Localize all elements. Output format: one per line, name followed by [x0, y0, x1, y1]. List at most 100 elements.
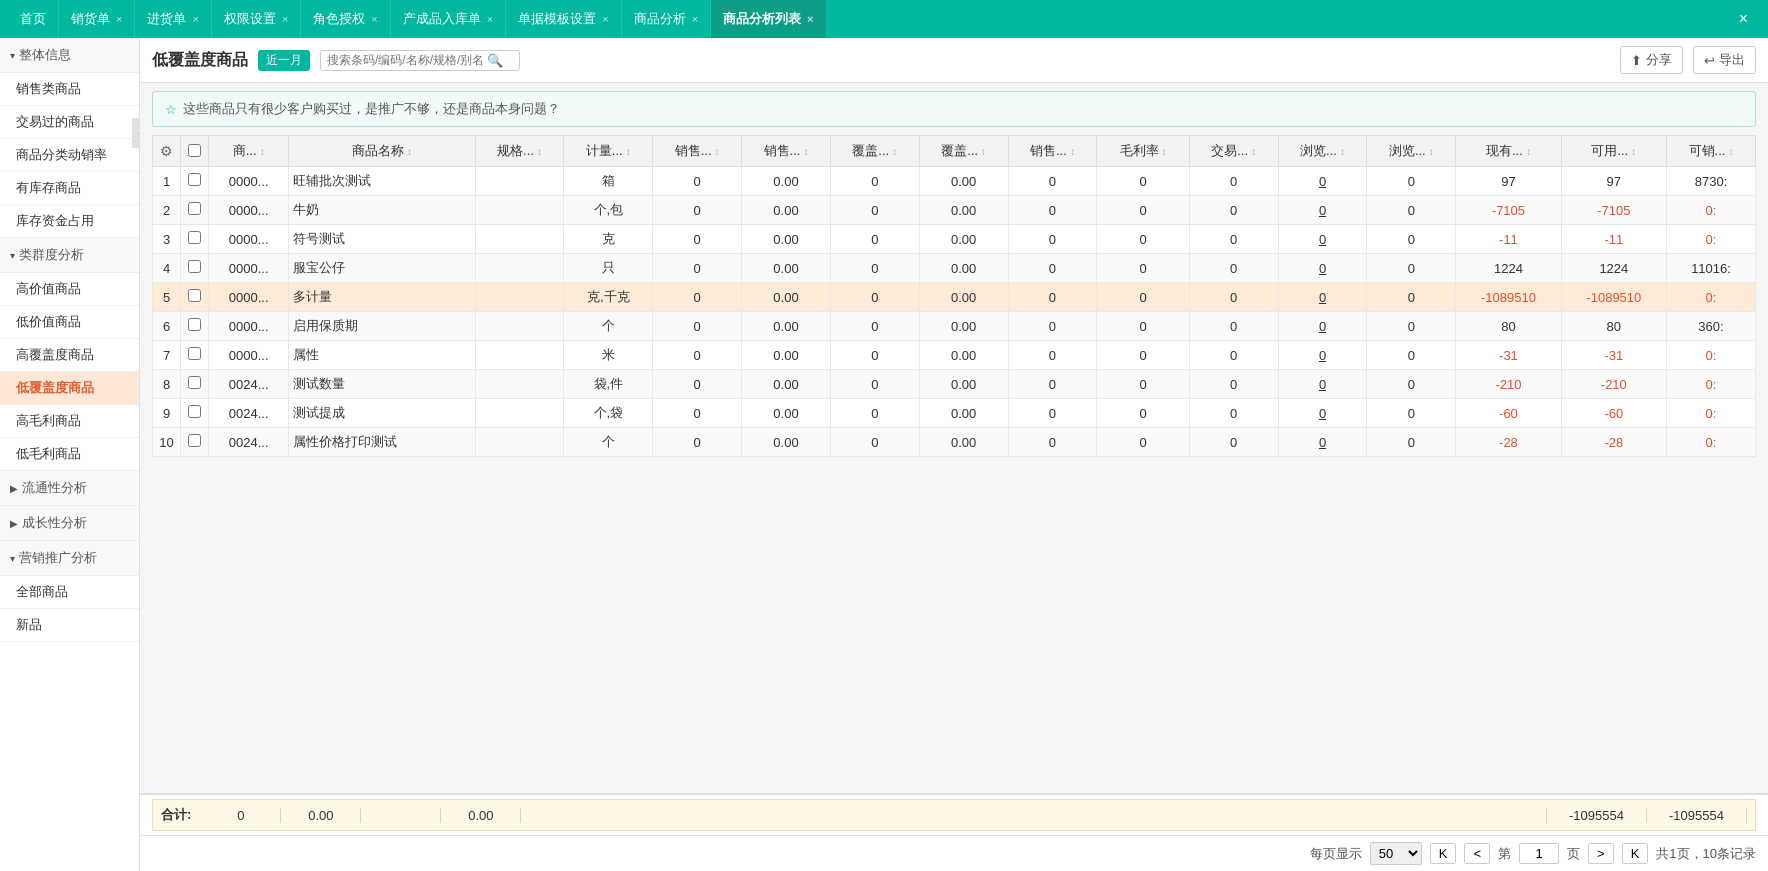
col-current[interactable]: 现有... ↕ [1456, 136, 1561, 167]
row-checkbox[interactable] [181, 341, 209, 370]
table-row[interactable]: 10 0024... 属性价格打印测试 个 0 0.00 0 0.00 0 0 … [153, 428, 1756, 457]
settings-icon[interactable]: ⚙ [160, 143, 173, 159]
first-page-btn[interactable]: K [1430, 843, 1457, 864]
nav-close-goods-analysis[interactable]: × [692, 13, 698, 25]
table-container[interactable]: ⚙ 商... ↕ 商品名称 ↕ 规格... ↕ 计量... ↕ 销售... ↕ … [152, 135, 1756, 793]
row-select[interactable] [188, 376, 201, 389]
sidebar-item-sales-goods[interactable]: 销售类商品 [0, 73, 139, 106]
table-row[interactable]: 6 0000... 启用保质期 个 0 0.00 0 0.00 0 0 0 0 … [153, 312, 1756, 341]
per-page-select[interactable]: 50 100 200 [1370, 842, 1422, 865]
table-row[interactable]: 2 0000... 牛奶 个,包 0 0.00 0 0.00 0 0 0 0 0… [153, 196, 1756, 225]
col-coverage2[interactable]: 覆盖... ↕ [919, 136, 1008, 167]
table-row[interactable]: 3 0000... 符号测试 克 0 0.00 0 0.00 0 0 0 0 0… [153, 225, 1756, 254]
export-button[interactable]: ↩ 导出 [1693, 46, 1756, 74]
row-checkbox[interactable] [181, 283, 209, 312]
col-available[interactable]: 可用... ↕ [1561, 136, 1666, 167]
row-checkbox[interactable] [181, 428, 209, 457]
nav-close-sales[interactable]: × [116, 13, 122, 25]
row-checkbox[interactable] [181, 167, 209, 196]
row-checkbox[interactable] [181, 254, 209, 283]
col-sales-amount[interactable]: 销售... ↕ [742, 136, 831, 167]
nav-goods-analysis[interactable]: 商品分析 × [622, 0, 711, 38]
row-checkbox[interactable] [181, 312, 209, 341]
sidebar-section-growth[interactable]: ▶ 成长性分析 [0, 506, 139, 541]
sidebar-item-low-margin[interactable]: 低毛利商品 [0, 438, 139, 471]
col-browse1[interactable]: 浏览... ↕ [1278, 136, 1367, 167]
col-spec[interactable]: 规格... ↕ [475, 136, 564, 167]
table-row[interactable]: 9 0024... 测试提成 个,袋 0 0.00 0 0.00 0 0 0 0… [153, 399, 1756, 428]
col-sales-count[interactable]: 销售... ↕ [653, 136, 742, 167]
sidebar-item-high-value[interactable]: 高价值商品 [0, 273, 139, 306]
sidebar-item-low-value[interactable]: 低价值商品 [0, 306, 139, 339]
last-page-btn[interactable]: K [1622, 843, 1649, 864]
row-browse1[interactable]: 0 [1278, 254, 1367, 283]
nav-goods-analysis-list[interactable]: 商品分析列表 × [711, 0, 826, 38]
row-select[interactable] [188, 405, 201, 418]
row-browse1[interactable]: 0 [1278, 196, 1367, 225]
row-checkbox[interactable] [181, 196, 209, 225]
nav-close-template[interactable]: × [602, 13, 608, 25]
row-checkbox[interactable] [181, 225, 209, 254]
col-browse2[interactable]: 浏览... ↕ [1367, 136, 1456, 167]
col-checkbox[interactable] [181, 136, 209, 167]
col-sellable[interactable]: 可销... ↕ [1667, 136, 1756, 167]
row-browse1[interactable]: 0 [1278, 167, 1367, 196]
row-select[interactable] [188, 173, 201, 186]
sidebar-section-cluster[interactable]: ▾ 类群度分析 [0, 238, 139, 273]
nav-close-goods-list[interactable]: × [807, 13, 813, 25]
col-unit[interactable]: 计量... ↕ [564, 136, 653, 167]
row-checkbox[interactable] [181, 399, 209, 428]
select-all-checkbox[interactable] [188, 144, 201, 157]
row-browse1[interactable]: 0 [1278, 312, 1367, 341]
sidebar-section-marketing[interactable]: ▾ 营销推广分析 [0, 541, 139, 576]
sidebar-section-flow[interactable]: ▶ 流通性分析 [0, 471, 139, 506]
row-select[interactable] [188, 347, 201, 360]
sidebar-item-category-rate[interactable]: 商品分类动销率 [0, 139, 139, 172]
sidebar-section-overall[interactable]: ▾ 整体信息 [0, 38, 139, 73]
col-profit-rate[interactable]: 毛利率 ↕ [1097, 136, 1189, 167]
period-tag[interactable]: 近一月 [258, 50, 310, 71]
nav-close-role[interactable]: × [371, 13, 377, 25]
nav-permission[interactable]: 权限设置 × [212, 0, 301, 38]
search-icon[interactable]: 🔍 [487, 53, 503, 68]
nav-close-purchase[interactable]: × [192, 13, 198, 25]
share-button[interactable]: ⬆ 分享 [1620, 46, 1683, 74]
prev-page-btn[interactable]: < [1464, 843, 1490, 864]
table-row[interactable]: 5 0000... 多计量 克,千克 0 0.00 0 0.00 0 0 0 0… [153, 283, 1756, 312]
col-code[interactable]: 商... ↕ [209, 136, 289, 167]
sidebar-item-traded-goods[interactable]: 交易过的商品 [0, 106, 139, 139]
sidebar-item-all-goods[interactable]: 全部商品 [0, 576, 139, 609]
col-coverage1[interactable]: 覆盖... ↕ [830, 136, 919, 167]
next-page-btn[interactable]: > [1588, 843, 1614, 864]
row-browse1[interactable]: 0 [1278, 370, 1367, 399]
sidebar-collapse-btn[interactable]: « [132, 118, 140, 148]
row-select[interactable] [188, 202, 201, 215]
nav-home[interactable]: 首页 [8, 0, 59, 38]
row-select[interactable] [188, 260, 201, 273]
row-browse1[interactable]: 0 [1278, 283, 1367, 312]
row-select[interactable] [188, 289, 201, 302]
col-settings[interactable]: ⚙ [153, 136, 181, 167]
current-page-input[interactable] [1519, 843, 1559, 864]
row-select[interactable] [188, 434, 201, 447]
col-trade[interactable]: 交易... ↕ [1189, 136, 1278, 167]
row-select[interactable] [188, 231, 201, 244]
sidebar-item-low-coverage[interactable]: 低覆盖度商品 [0, 372, 139, 405]
row-browse1[interactable]: 0 [1278, 399, 1367, 428]
nav-close-all[interactable]: × [1727, 10, 1760, 28]
nav-purchase-order[interactable]: 进货单 × [135, 0, 211, 38]
table-row[interactable]: 1 0000... 旺辅批次测试 箱 0 0.00 0 0.00 0 0 0 0… [153, 167, 1756, 196]
table-row[interactable]: 7 0000... 属性 米 0 0.00 0 0.00 0 0 0 0 0 -… [153, 341, 1756, 370]
nav-template-settings[interactable]: 单据模板设置 × [506, 0, 621, 38]
row-browse1[interactable]: 0 [1278, 225, 1367, 254]
sidebar-item-high-margin[interactable]: 高毛利商品 [0, 405, 139, 438]
table-row[interactable]: 8 0024... 测试数量 袋,件 0 0.00 0 0.00 0 0 0 0… [153, 370, 1756, 399]
col-sales3[interactable]: 销售... ↕ [1008, 136, 1097, 167]
row-checkbox[interactable] [181, 370, 209, 399]
sidebar-item-inventory-fund[interactable]: 库存资金占用 [0, 205, 139, 238]
row-browse1[interactable]: 0 [1278, 341, 1367, 370]
nav-close-permission[interactable]: × [282, 13, 288, 25]
sidebar-item-stocked-goods[interactable]: 有库存商品 [0, 172, 139, 205]
table-row[interactable]: 4 0000... 服宝公仔 只 0 0.00 0 0.00 0 0 0 0 0… [153, 254, 1756, 283]
row-browse1[interactable]: 0 [1278, 428, 1367, 457]
